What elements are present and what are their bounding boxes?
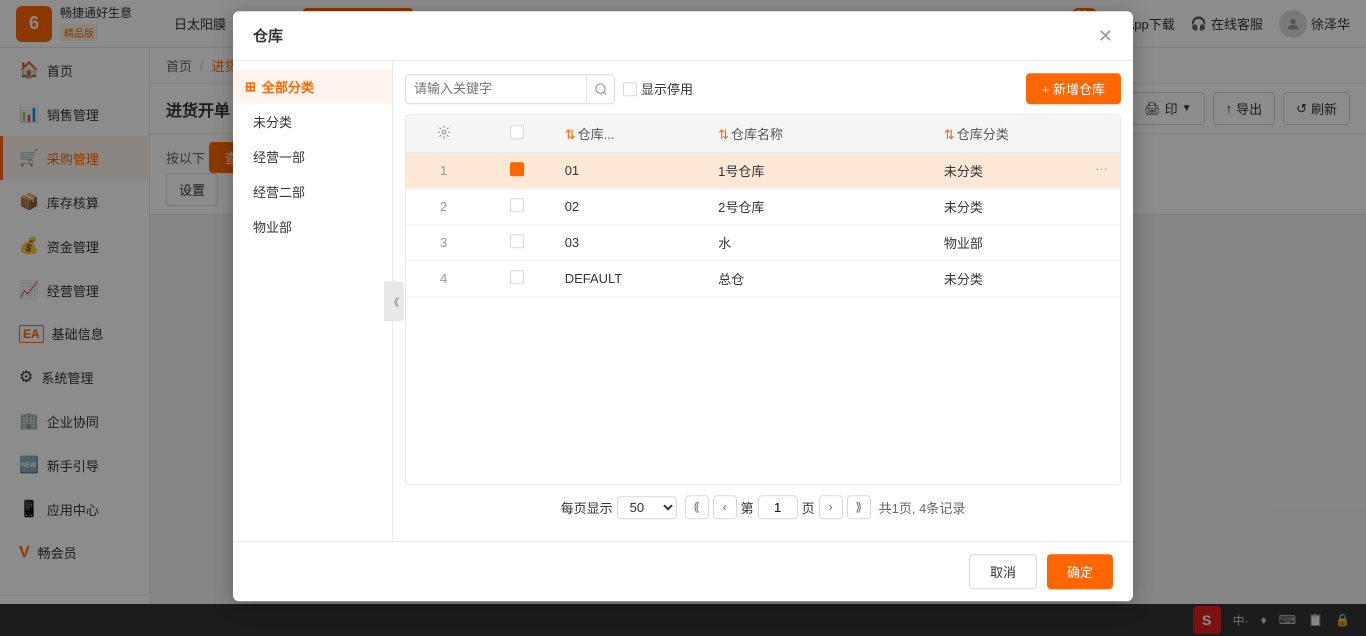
- add-warehouse-button[interactable]: + 新增仓库: [1026, 73, 1121, 104]
- row-code: 02: [553, 189, 706, 225]
- row-checkbox[interactable]: [481, 153, 552, 189]
- row-name: 1号仓库: [706, 153, 932, 189]
- per-page-dropdown[interactable]: 50 100: [617, 496, 677, 519]
- category-item-dept2[interactable]: 经营二部: [233, 174, 392, 209]
- row-code: 01: [553, 153, 706, 189]
- row-num: 1: [406, 153, 481, 189]
- show-disabled-text: 显示停用: [641, 79, 693, 98]
- dialog-title: 仓库: [253, 25, 283, 46]
- row-num: 3: [406, 225, 481, 261]
- row-actions[interactable]: ···: [1095, 161, 1108, 176]
- sort-icon-cat: ⇅: [944, 127, 955, 143]
- category-all-item[interactable]: ⊞ 全部分类: [233, 69, 392, 104]
- row-num: 2: [406, 189, 481, 225]
- next-page-button[interactable]: ›: [819, 495, 843, 519]
- dialog-body: ⊞ 全部分类 未分类 经营一部 经营二部 物业部 《: [233, 61, 1133, 541]
- dialog-footer: 取消 确定: [233, 541, 1133, 601]
- row-checkbox[interactable]: [481, 261, 552, 297]
- warehouse-table: ⇅仓库... ⇅仓库名称 ⇅仓库分类 1 01 1号仓库: [405, 114, 1121, 485]
- page-input[interactable]: [758, 495, 798, 519]
- category-all-label: 全部分类: [262, 77, 314, 96]
- sort-icon-name: ⇅: [718, 127, 729, 143]
- sort-icon: ⇅: [565, 127, 576, 143]
- total-info: 共1页, 4条记录: [879, 498, 966, 517]
- row-category: 物业部: [932, 225, 1120, 261]
- row-name: 总仓: [706, 261, 932, 297]
- table-row[interactable]: 4 DEFAULT 总仓 未分类: [406, 261, 1120, 297]
- collapse-panel-button[interactable]: 《: [384, 281, 404, 321]
- page-navigation: ⟪ ‹ 第 页 › ⟫: [685, 495, 871, 519]
- row-code: DEFAULT: [553, 261, 706, 297]
- row-checkbox[interactable]: [481, 189, 552, 225]
- category-panel: ⊞ 全部分类 未分类 经营一部 经营二部 物业部 《: [233, 61, 393, 541]
- table-row[interactable]: 1 01 1号仓库 未分类···: [406, 153, 1120, 189]
- page-size-select: 每页显示 50 100: [561, 496, 677, 519]
- th-select-all[interactable]: [481, 115, 552, 153]
- search-button[interactable]: [586, 75, 614, 103]
- grid-icon: ⊞: [245, 79, 256, 95]
- search-input-wrap: [405, 74, 615, 104]
- show-disabled-checkbox-label[interactable]: 显示停用: [623, 79, 693, 98]
- row-category: 未分类···: [932, 153, 1120, 189]
- confirm-button[interactable]: 确定: [1047, 554, 1113, 589]
- content-panel: 显示停用 + 新增仓库: [393, 61, 1133, 541]
- row-name: 水: [706, 225, 932, 261]
- page-unit: 页: [802, 498, 815, 517]
- page-label: 第: [741, 498, 754, 517]
- row-category: 未分类: [932, 261, 1120, 297]
- row-code: 03: [553, 225, 706, 261]
- table-row[interactable]: 2 02 2号仓库 未分类: [406, 189, 1120, 225]
- search-input[interactable]: [406, 81, 586, 96]
- dialog-header: 仓库 ✕: [233, 11, 1133, 61]
- dialog-close-button[interactable]: ✕: [1098, 27, 1113, 45]
- th-name[interactable]: ⇅仓库名称: [706, 115, 932, 153]
- warehouse-dialog: 仓库 ✕ ⊞ 全部分类 未分类 经营一部 经营二部 物业部 《: [233, 11, 1133, 601]
- row-checkbox[interactable]: [481, 225, 552, 261]
- th-gear[interactable]: [406, 115, 481, 153]
- category-item-unclassified[interactable]: 未分类: [233, 104, 392, 139]
- th-category[interactable]: ⇅仓库分类: [932, 115, 1120, 153]
- table-header-row: ⇅仓库... ⇅仓库名称 ⇅仓库分类: [406, 115, 1120, 153]
- table-toolbar: 显示停用 + 新增仓库: [405, 73, 1121, 104]
- toolbar-left: 显示停用: [405, 74, 693, 104]
- per-page-label: 每页显示: [561, 498, 613, 517]
- th-code[interactable]: ⇅仓库...: [553, 115, 706, 153]
- table-row[interactable]: 3 03 水 物业部: [406, 225, 1120, 261]
- row-name: 2号仓库: [706, 189, 932, 225]
- prev-page-button[interactable]: ‹: [713, 495, 737, 519]
- last-page-button[interactable]: ⟫: [847, 495, 871, 519]
- pagination-bar: 每页显示 50 100 ⟪ ‹ 第 页 › ⟫ 共1页, 4条记录: [405, 485, 1121, 529]
- category-item-dept1[interactable]: 经营一部: [233, 139, 392, 174]
- category-item-property[interactable]: 物业部: [233, 209, 392, 244]
- row-num: 4: [406, 261, 481, 297]
- first-page-button[interactable]: ⟪: [685, 495, 709, 519]
- show-disabled-checkbox[interactable]: [623, 82, 637, 96]
- cancel-button[interactable]: 取消: [969, 554, 1037, 589]
- row-category: 未分类: [932, 189, 1120, 225]
